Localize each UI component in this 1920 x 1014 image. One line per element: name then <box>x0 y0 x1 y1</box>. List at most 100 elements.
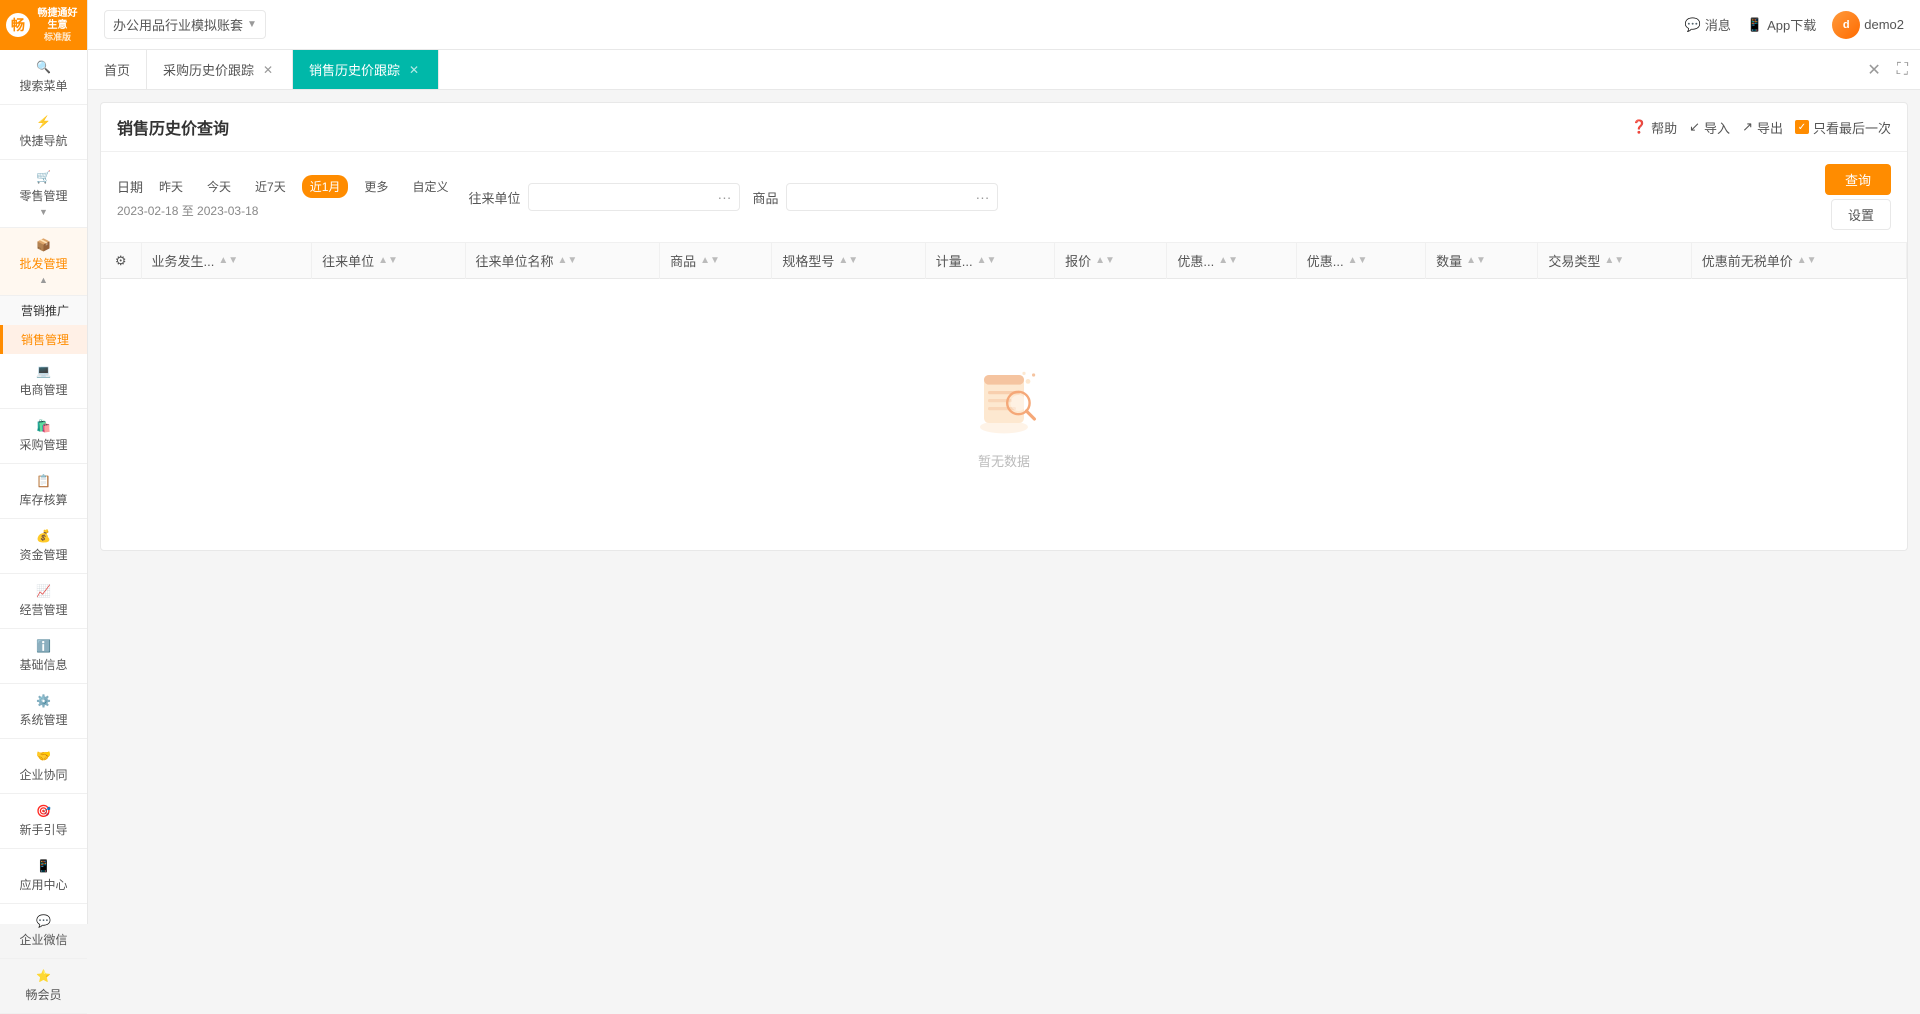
date-btn-1month[interactable]: 近1月 <box>302 175 349 198</box>
sidebar-item-quick-nav[interactable]: ⚡ 快捷导航 <box>0 105 87 160</box>
sidebar-item-label: 应用中心 <box>19 876 67 893</box>
sort-icon: ▲▼ <box>1095 256 1115 266</box>
export-button[interactable]: ↗ 导出 <box>1742 118 1783 137</box>
sort-icon: ▲▼ <box>1348 256 1368 266</box>
tab-maximize-button[interactable]: ⛶ <box>1893 57 1912 83</box>
sidebar-item-vip[interactable]: ⭐ 畅会员 <box>0 959 87 1014</box>
product-search-icon[interactable]: ··· <box>975 189 989 205</box>
date-btn-7days[interactable]: 近7天 <box>247 175 294 198</box>
tab-close-purchase-history[interactable]: ✕ <box>260 62 276 78</box>
sidebar-item-label: 批发管理 <box>19 255 67 272</box>
retail-icon: 🛒 <box>36 170 51 184</box>
table-header-row: ⚙ 业务发生... ▲▼ 往来单位 <box>101 243 1907 279</box>
product-input-box[interactable]: ··· <box>786 183 998 211</box>
tab-purchase-history[interactable]: 采购历史价跟踪 ✕ <box>147 50 293 89</box>
gear-icon: ⚙ <box>115 253 127 268</box>
page-content: 销售历史价查询 ❓ 帮助 ↙ 导入 ↗ 导出 ✓ <box>88 90 1920 924</box>
purchase-icon: 🛍️ <box>36 419 51 433</box>
sidebar-item-retail[interactable]: 🛒 零售管理 ▼ <box>0 160 87 228</box>
partner-search-icon[interactable]: ··· <box>717 189 731 205</box>
date-buttons-group: 日期 昨天 今天 近7天 近1月 更多 自定义 <box>117 175 456 198</box>
page-header: 销售历史价查询 ❓ 帮助 ↙ 导入 ↗ 导出 ✓ <box>101 103 1907 152</box>
settings-button[interactable]: 设置 <box>1831 199 1891 230</box>
sidebar-item-sales-mgmt[interactable]: 销售管理 <box>0 325 87 354</box>
tab-home-label: 首页 <box>104 60 130 79</box>
import-icon: ↙ <box>1689 119 1700 135</box>
sidebar-item-finance[interactable]: 💰 资金管理 <box>0 519 87 574</box>
table-header-discount1[interactable]: 优惠... ▲▼ <box>1167 243 1296 279</box>
partner-filter-label: 往来单位 <box>468 188 520 207</box>
chevron-down-icon: ▼ <box>39 207 48 217</box>
sidebar-item-label: 零售管理 <box>19 187 67 204</box>
tab-close-all-button[interactable]: ✕ <box>1863 56 1884 84</box>
sidebar-item-guide[interactable]: 🎯 新手引导 <box>0 794 87 849</box>
tab-close-sales-history[interactable]: ✕ <box>406 62 422 78</box>
logo-text: 畅捷通好生意 标准版 <box>34 8 81 43</box>
table-header-spec[interactable]: 规格型号 ▲▼ <box>772 243 925 279</box>
tab-actions: ✕ ⛶ <box>1855 50 1920 89</box>
sidebar-item-operations[interactable]: 📈 经营管理 <box>0 574 87 629</box>
query-button[interactable]: 查询 <box>1825 164 1891 195</box>
company-name: 办公用品行业模拟账套 <box>113 15 243 34</box>
sidebar-item-label: 经营管理 <box>19 601 67 618</box>
tab-home[interactable]: 首页 <box>88 50 147 89</box>
import-button[interactable]: ↙ 导入 <box>1689 118 1730 137</box>
sidebar-item-label: 采购管理 <box>19 436 67 453</box>
sidebar-item-label: 基础信息 <box>19 656 67 673</box>
sidebar-item-wechat[interactable]: 💬 企业微信 <box>0 904 87 959</box>
sidebar-item-app-center[interactable]: 📱 应用中心 <box>0 849 87 904</box>
sidebar-item-label: 畅会员 <box>25 986 61 1003</box>
table-header-partner-code[interactable]: 往来单位 ▲▼ <box>312 243 465 279</box>
table-header-product[interactable]: 商品 ▲▼ <box>660 243 772 279</box>
only-last-checkbox[interactable]: ✓ <box>1795 120 1809 134</box>
sidebar-item-basic-info[interactable]: ℹ️ 基础信息 <box>0 629 87 684</box>
date-btn-custom[interactable]: 自定义 <box>404 175 456 198</box>
user-profile[interactable]: d demo2 <box>1832 11 1904 39</box>
help-button[interactable]: ❓ 帮助 <box>1631 118 1677 137</box>
table-header-settings[interactable]: ⚙ <box>101 243 141 279</box>
sort-icon: ▲▼ <box>1218 256 1238 266</box>
table-header-pre-tax-price[interactable]: 优惠前无税单价 ▲▼ <box>1691 243 1906 279</box>
app-logo: 畅 畅捷通好生意 标准版 <box>0 0 87 50</box>
company-dropdown[interactable]: 办公用品行业模拟账套 ▼ <box>104 10 266 39</box>
main-card: 销售历史价查询 ❓ 帮助 ↙ 导入 ↗ 导出 ✓ <box>100 102 1908 551</box>
table-header-business-date[interactable]: 业务发生... ▲▼ <box>141 243 312 279</box>
chevron-up-icon: ▲ <box>39 275 48 285</box>
sidebar: 畅 畅捷通好生意 标准版 🔍 搜索菜单 ⚡ 快捷导航 🛒 零售管理 ▼ 📦 批发… <box>0 0 88 924</box>
partner-input[interactable] <box>537 190 713 205</box>
message-button[interactable]: 💬 消息 <box>1685 15 1731 34</box>
sidebar-item-label: 新手引导 <box>19 821 67 838</box>
sidebar-item-search[interactable]: 🔍 搜索菜单 <box>0 50 87 105</box>
sidebar-item-system[interactable]: ⚙️ 系统管理 <box>0 684 87 739</box>
sidebar-item-purchase[interactable]: 🛍️ 采购管理 <box>0 409 87 464</box>
date-btn-today[interactable]: 今天 <box>199 175 239 198</box>
table-header-partner-name[interactable]: 往来单位名称 ▲▼ <box>465 243 660 279</box>
table-header-quantity[interactable]: 数量 ▲▼ <box>1426 243 1538 279</box>
product-input[interactable] <box>795 190 971 205</box>
sidebar-item-label: 资金管理 <box>19 546 67 563</box>
app-download-button[interactable]: 📱 App下载 <box>1747 15 1816 34</box>
only-last-checkbox-label[interactable]: ✓ 只看最后一次 <box>1795 118 1891 137</box>
table-header-quote[interactable]: 报价 ▲▼ <box>1055 243 1167 279</box>
partner-input-box[interactable]: ··· <box>528 183 740 211</box>
sidebar-item-enterprise[interactable]: 🤝 企业协同 <box>0 739 87 794</box>
sidebar-item-wholesale[interactable]: 📦 批发管理 ▲ <box>0 228 87 296</box>
sidebar-item-inventory[interactable]: 📋 库存核算 <box>0 464 87 519</box>
filter-row: 日期 昨天 今天 近7天 近1月 更多 自定义 2023-02-18 至 202… <box>101 152 1907 243</box>
vip-icon: ⭐ <box>36 969 51 983</box>
empty-state: 暂无数据 <box>101 279 1907 550</box>
sidebar-item-marketing[interactable]: 营销推广 <box>0 296 87 325</box>
sidebar-item-ecommerce[interactable]: 💻 电商管理 <box>0 354 87 409</box>
date-btn-more[interactable]: 更多 <box>356 175 396 198</box>
table-header-trade-type[interactable]: 交易类型 ▲▼ <box>1538 243 1691 279</box>
tab-sales-history[interactable]: 销售历史价跟踪 ✕ <box>293 50 439 89</box>
main-area: 办公用品行业模拟账套 ▼ 💬 消息 📱 App下载 d demo2 首页 采购历… <box>88 0 1920 924</box>
table-header-discount2[interactable]: 优惠... ▲▼ <box>1296 243 1425 279</box>
partner-filter-group: 往来单位 ··· <box>468 183 740 211</box>
enterprise-icon: 🤝 <box>36 749 51 763</box>
date-btn-yesterday[interactable]: 昨天 <box>151 175 191 198</box>
finance-icon: 💰 <box>36 529 51 543</box>
table-header-unit[interactable]: 计量... ▲▼ <box>925 243 1054 279</box>
sidebar-item-label: 销售管理 <box>21 333 69 347</box>
ecommerce-icon: 💻 <box>36 364 51 378</box>
